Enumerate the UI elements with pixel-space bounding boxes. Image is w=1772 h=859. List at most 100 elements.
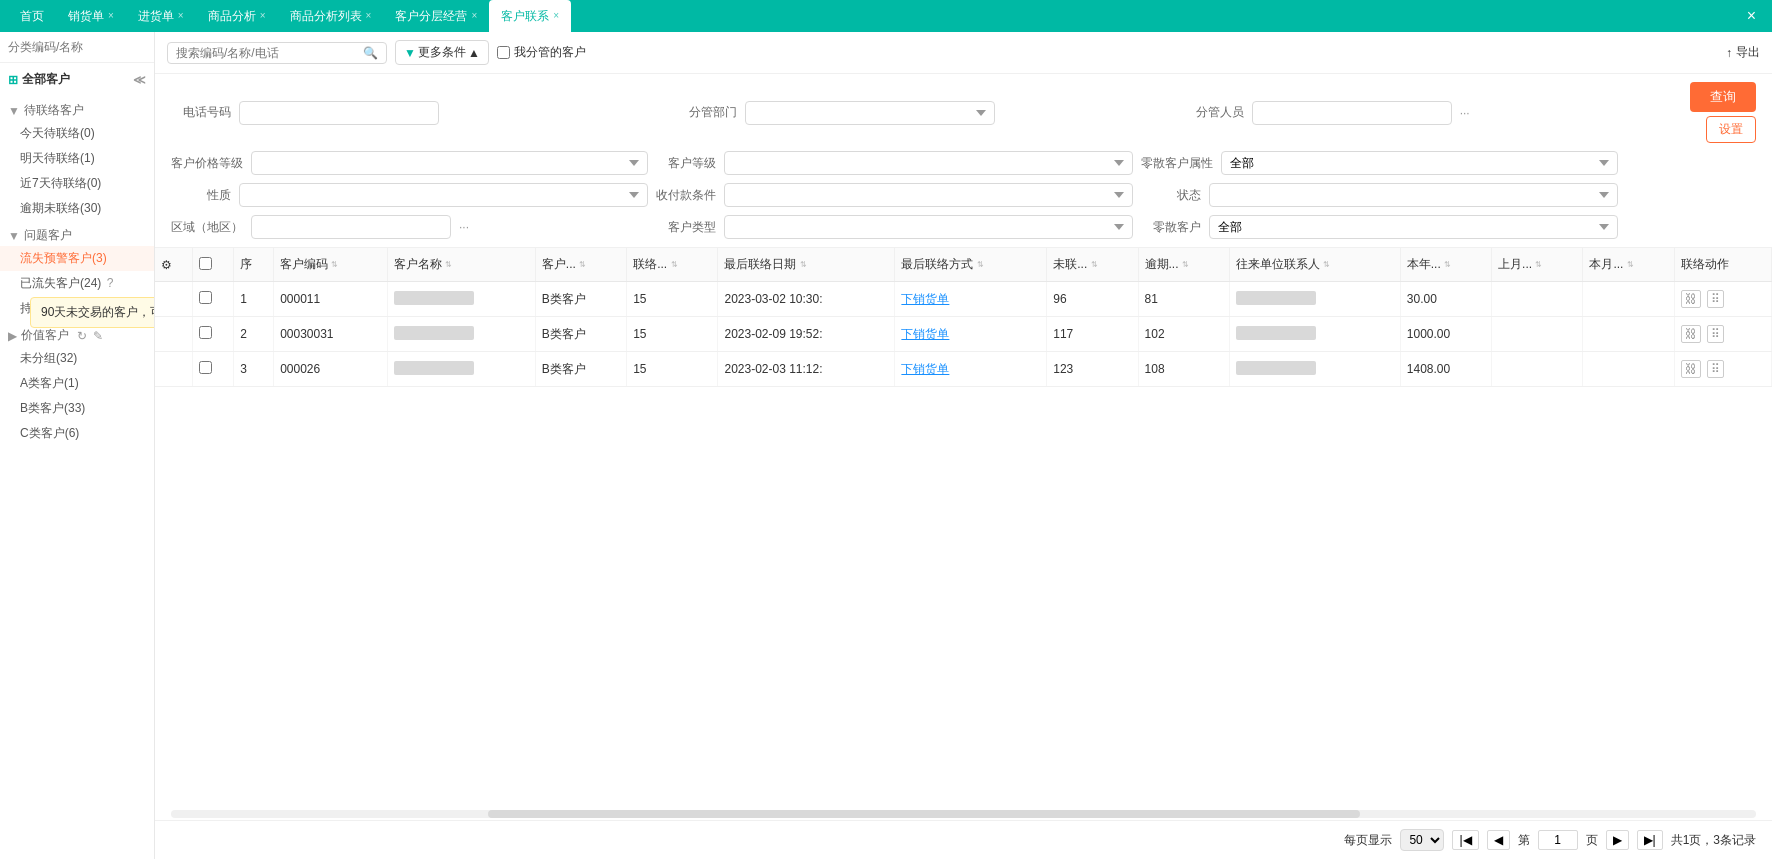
- sidebar-search-input[interactable]: [8, 40, 155, 54]
- col-last-month[interactable]: 上月... ⇅: [1492, 248, 1583, 282]
- search-input[interactable]: [176, 46, 363, 60]
- my-customers-check[interactable]: [497, 46, 510, 59]
- adv-select-scattered[interactable]: 全部: [1209, 215, 1618, 239]
- sidebar-item-class-a[interactable]: A类客户(1): [0, 371, 154, 396]
- adv-select-nature[interactable]: [239, 183, 648, 207]
- col-type[interactable]: 客户... ⇅: [535, 248, 626, 282]
- sort-icon-this-year: ⇅: [1444, 260, 1451, 269]
- sidebar-group-pending[interactable]: ▼ 待联络客户: [0, 96, 154, 121]
- edit-icon[interactable]: ✎: [93, 329, 103, 343]
- refresh-icon[interactable]: ↻: [77, 329, 87, 343]
- adv-label-price-level: 客户价格等级: [171, 155, 243, 172]
- col-contacts[interactable]: 往来单位联系人 ⇅: [1229, 248, 1400, 282]
- action-menu-icon-1[interactable]: ⠿: [1707, 325, 1724, 343]
- action-link-icon-1[interactable]: ⛓: [1681, 325, 1701, 343]
- adv-label-scattered-attr: 零散客户属性: [1141, 155, 1213, 172]
- tab-sales[interactable]: 销货单 ×: [56, 0, 126, 32]
- col-settings[interactable]: ⚙: [155, 248, 192, 282]
- first-page-button[interactable]: |◀: [1452, 830, 1478, 850]
- close-icon-sales[interactable]: ×: [108, 0, 114, 32]
- sidebar-item-overdue[interactable]: 逾期未联络(30): [0, 196, 154, 221]
- sidebar-all-customers[interactable]: ⊞ 全部客户 ≪: [0, 63, 154, 96]
- prev-page-button[interactable]: ◀: [1487, 830, 1510, 850]
- query-button[interactable]: 查询: [1690, 82, 1756, 112]
- sidebar-item-churn-warning[interactable]: 流失预警客户(3): [0, 246, 154, 271]
- col-overdue[interactable]: 逾期... ⇅: [1138, 248, 1229, 282]
- cell-last-method-1[interactable]: 下销货单: [895, 317, 1047, 352]
- adv-select-price-level[interactable]: [251, 151, 648, 175]
- last-page-button[interactable]: ▶|: [1637, 830, 1663, 850]
- sidebar-item-class-b[interactable]: B类客户(33): [0, 396, 154, 421]
- export-button[interactable]: ↑ 导出: [1726, 44, 1760, 61]
- sidebar-all-customers-label: 全部客户: [22, 71, 70, 88]
- adv-select-status[interactable]: [1209, 183, 1618, 207]
- sidebar-item-7days[interactable]: 近7天待联络(0): [0, 171, 154, 196]
- content-area: 🔍 ▼ 更多条件 ▲ 我分管的客户 ↑ 导出 电话号码: [155, 32, 1772, 859]
- tab-customer-layer[interactable]: 客户分层经营 ×: [383, 0, 489, 32]
- settings-button[interactable]: 设置: [1706, 116, 1756, 143]
- adv-input-manager[interactable]: [1252, 101, 1452, 125]
- cell-this-year-2: 1408.00: [1400, 352, 1491, 387]
- close-icon-analysis[interactable]: ×: [260, 0, 266, 32]
- adv-select-customer-level[interactable]: [724, 151, 1133, 175]
- close-icon-purchase[interactable]: ×: [178, 0, 184, 32]
- close-icon-customer-layer[interactable]: ×: [471, 0, 477, 32]
- tab-customer-contact[interactable]: 客户联系 ×: [489, 0, 571, 32]
- row-checkbox-2[interactable]: [199, 361, 212, 374]
- my-customers-checkbox[interactable]: 我分管的客户: [497, 44, 586, 61]
- col-code[interactable]: 客户编码 ⇅: [274, 248, 388, 282]
- sidebar-item-today[interactable]: 今天待联络(0): [0, 121, 154, 146]
- action-link-icon-2[interactable]: ⛓: [1681, 360, 1701, 378]
- last-method-link-2[interactable]: 下销货单: [901, 362, 949, 376]
- sidebar-group-problem[interactable]: ▼ 问题客户: [0, 221, 154, 246]
- cell-checkbox-1[interactable]: [192, 317, 233, 352]
- region-dots-icon[interactable]: ···: [459, 220, 469, 234]
- col-contact[interactable]: 联络... ⇅: [627, 248, 718, 282]
- cell-checkbox-2[interactable]: [192, 352, 233, 387]
- page-number-input[interactable]: [1538, 830, 1578, 850]
- last-method-link-1[interactable]: 下销货单: [901, 327, 949, 341]
- adv-select-customer-type[interactable]: [724, 215, 1133, 239]
- home-tab[interactable]: 首页: [8, 0, 56, 32]
- tab-analysis[interactable]: 商品分析 ×: [196, 0, 278, 32]
- row-checkbox-1[interactable]: [199, 326, 212, 339]
- per-page-select[interactable]: 50: [1400, 829, 1444, 851]
- more-conditions-button[interactable]: ▼ 更多条件 ▲: [395, 40, 489, 65]
- col-last-method[interactable]: 最后联络方式 ⇅: [895, 248, 1047, 282]
- sidebar-item-class-c[interactable]: C类客户(6): [0, 421, 154, 446]
- sidebar-item-tomorrow[interactable]: 明天待联络(1): [0, 146, 154, 171]
- action-link-icon-0[interactable]: ⛓: [1681, 290, 1701, 308]
- col-this-year[interactable]: 本年... ⇅: [1400, 248, 1491, 282]
- sidebar-item-ungrouped[interactable]: 未分组(32): [0, 346, 154, 371]
- settings-icon[interactable]: ⚙: [161, 258, 172, 272]
- cell-checkbox-0[interactable]: [192, 282, 233, 317]
- next-page-button[interactable]: ▶: [1606, 830, 1629, 850]
- manager-dots-icon[interactable]: ···: [1460, 106, 1470, 120]
- close-window-button[interactable]: ×: [1739, 7, 1764, 25]
- col-last-date[interactable]: 最后联络日期 ⇅: [718, 248, 895, 282]
- col-unlinked[interactable]: 未联... ⇅: [1047, 248, 1138, 282]
- select-all-checkbox[interactable]: [199, 257, 212, 270]
- adv-select-dept[interactable]: [745, 101, 995, 125]
- tab-purchase[interactable]: 进货单 ×: [126, 0, 196, 32]
- adv-input-phone[interactable]: [239, 101, 439, 125]
- adv-select-scattered-attr[interactable]: 全部: [1221, 151, 1618, 175]
- adv-field-phone: 电话号码: [171, 101, 669, 125]
- tab-label-purchase: 进货单: [138, 0, 174, 32]
- action-menu-icon-2[interactable]: ⠿: [1707, 360, 1724, 378]
- search-button-icon[interactable]: 🔍: [363, 46, 378, 60]
- close-icon-analysis-list[interactable]: ×: [366, 0, 372, 32]
- col-this-month[interactable]: 本月... ⇅: [1583, 248, 1674, 282]
- cell-last-method-0[interactable]: 下销货单: [895, 282, 1047, 317]
- more-conditions-label: 更多条件: [418, 44, 466, 61]
- row-checkbox-0[interactable]: [199, 291, 212, 304]
- sidebar-item-churned[interactable]: 已流失客户(24) ?: [0, 271, 154, 296]
- col-name[interactable]: 客户名称 ⇅: [387, 248, 535, 282]
- action-menu-icon-0[interactable]: ⠿: [1707, 290, 1724, 308]
- adv-select-payment[interactable]: [724, 183, 1133, 207]
- cell-last-method-2[interactable]: 下销货单: [895, 352, 1047, 387]
- close-icon-customer-contact[interactable]: ×: [553, 0, 559, 32]
- tab-analysis-list[interactable]: 商品分析列表 ×: [278, 0, 384, 32]
- adv-input-region[interactable]: [251, 215, 451, 239]
- last-method-link-0[interactable]: 下销货单: [901, 292, 949, 306]
